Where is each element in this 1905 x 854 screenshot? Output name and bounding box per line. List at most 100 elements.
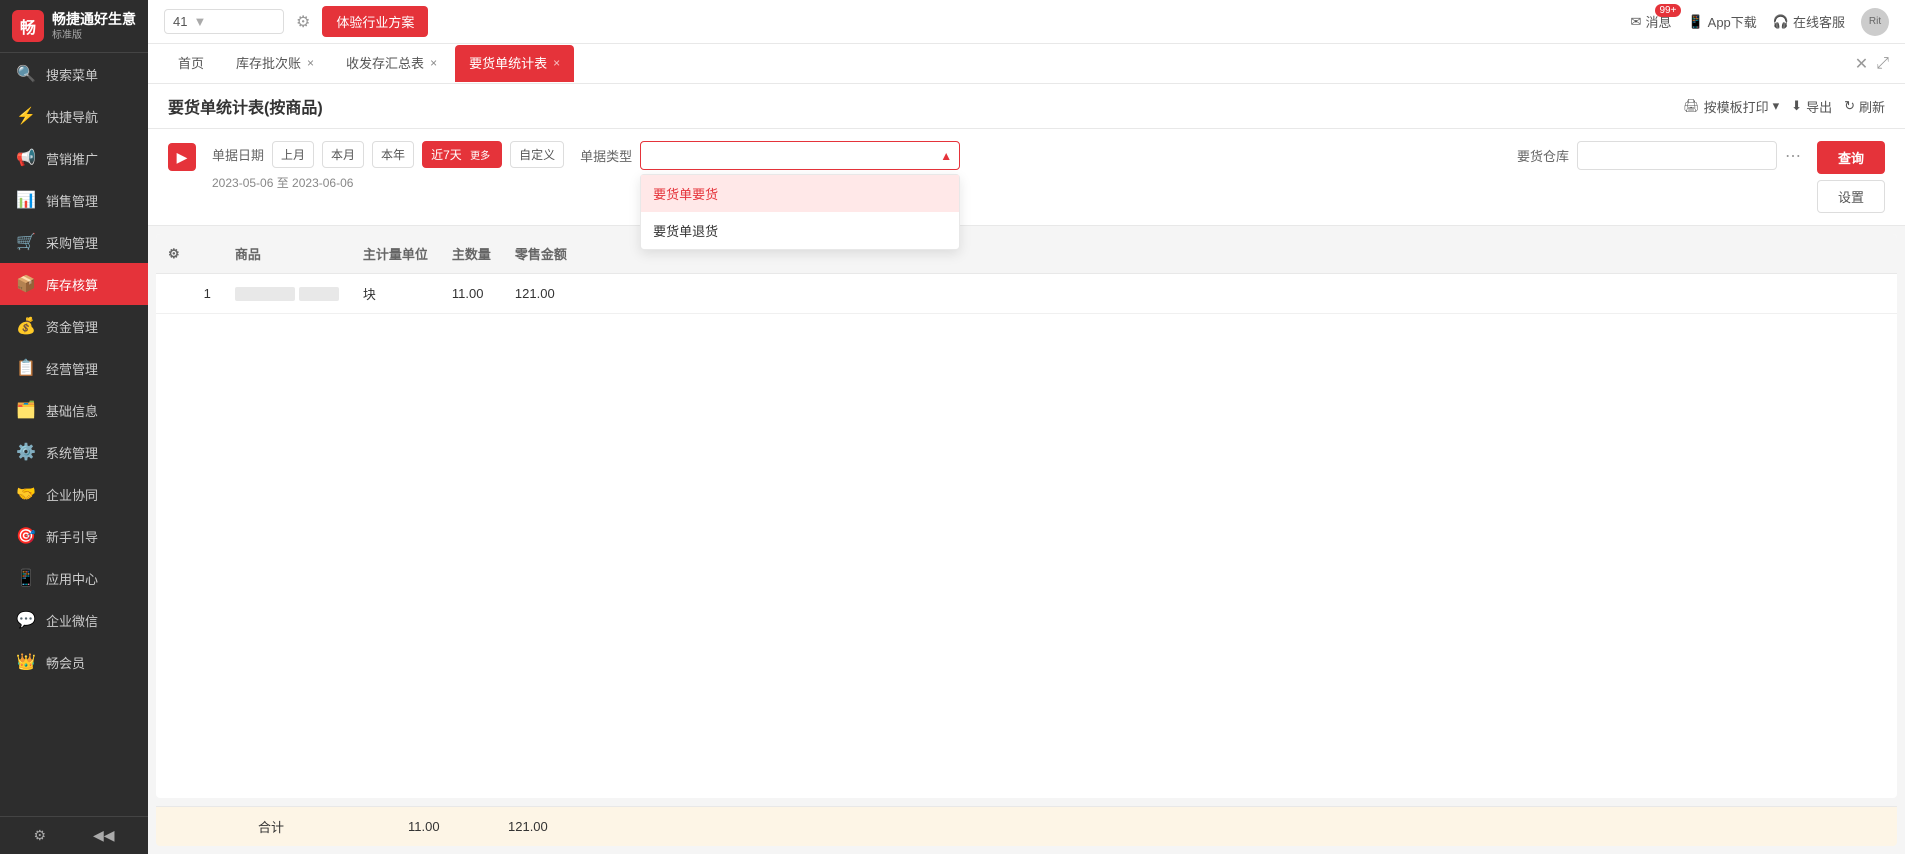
col-unit: 主计量单位: [351, 234, 440, 274]
type-label: 单据类型: [580, 146, 632, 165]
warehouse-input[interactable]: [1577, 141, 1777, 170]
sidebar-item-appstore[interactable]: 📱 应用中心: [0, 557, 148, 599]
messages-btn[interactable]: ✉ 消息 99+: [1631, 12, 1672, 31]
app-download-btn[interactable]: 📱 App下载: [1687, 12, 1756, 31]
megaphone-icon: 📢: [16, 148, 36, 168]
type-dropdown-arrow[interactable]: ▲: [940, 149, 952, 163]
sidebar-item-wechat[interactable]: 💬 企业微信: [0, 599, 148, 641]
refresh-icon: ↻: [1844, 98, 1855, 114]
print-btn[interactable]: 🖨 按模板打印 ▾: [1683, 97, 1779, 116]
sidebar-item-operations[interactable]: 📋 经营管理: [0, 347, 148, 389]
page-title: 要货单统计表(按商品): [168, 94, 323, 118]
date-label: 单据日期: [212, 145, 264, 164]
box-icon: 📦: [16, 274, 36, 294]
tab-close-receive-summary[interactable]: ×: [430, 56, 437, 70]
tab-expand-btn[interactable]: ✕ ⤢: [1855, 54, 1889, 74]
close-all-icon[interactable]: ✕: [1855, 54, 1868, 74]
search-icon: 🔍: [16, 64, 36, 84]
col-product: 商品: [223, 234, 351, 274]
date-filter-row: 单据日期 上月 本月 本年 近7天 更多 自定义: [212, 141, 564, 168]
sidebar-item-guide[interactable]: 🎯 新手引导: [0, 515, 148, 557]
logo-icon: 畅: [12, 10, 44, 42]
cell-index: 1: [192, 274, 223, 314]
page-header-actions: 🖨 按模板打印 ▾ ⬇ 导出 ↻ 刷新: [1683, 97, 1885, 116]
tab-receive-summary[interactable]: 收发存汇总表 ×: [332, 45, 451, 82]
date-range: 2023-05-06 至 2023-06-06: [212, 174, 564, 191]
expand-icon[interactable]: ⤢: [1876, 55, 1889, 73]
topbar-right: ✉ 消息 99+ 📱 App下载 🎧 在线客服 Rit: [1631, 8, 1889, 36]
user-avatar[interactable]: Rit: [1861, 8, 1889, 36]
cell-quantity: 11.00: [440, 274, 503, 314]
sidebar-item-purchase[interactable]: 🛒 采购管理: [0, 221, 148, 263]
target-icon: 🎯: [16, 526, 36, 546]
footer-label: 合计: [168, 817, 408, 836]
sidebar-nav: 🔍 搜索菜单 ⚡ 快捷导航 📢 营销推广 📊 销售管理 🛒 采购管理 📦 库存核…: [0, 53, 148, 816]
footer-quantity: 11.00: [408, 819, 508, 834]
data-table: ⚙ 商品 主计量单位 主数量 零售金额 1: [156, 234, 1897, 314]
footer-amount: 121.00: [508, 819, 608, 834]
tab-close-inventory-batch[interactable]: ×: [307, 56, 314, 70]
setting-btn[interactable]: 设置: [1817, 180, 1885, 213]
tab-inventory-batch[interactable]: 库存批次账 ×: [222, 45, 328, 82]
cell-amount: 121.00: [503, 274, 579, 314]
logo-text: 畅捷通好生意 标准版: [52, 10, 136, 41]
filter-toggle[interactable]: ▶: [168, 143, 196, 171]
tab-requisition-stats[interactable]: 要货单统计表 ×: [455, 45, 574, 82]
col-settings: ⚙: [156, 234, 192, 274]
date-btn-last-month[interactable]: 上月: [272, 141, 314, 168]
gear-icon: ⚙️: [16, 442, 36, 462]
sidebar-item-enterprise[interactable]: 🤝 企业协同: [0, 473, 148, 515]
type-dropdown-input[interactable]: [640, 141, 960, 170]
query-btn[interactable]: 查询: [1817, 141, 1885, 174]
type-dropdown-menu: 要货单要货 要货单退货: [640, 174, 960, 250]
online-service-btn[interactable]: 🎧 在线客服: [1773, 12, 1845, 31]
date-btn-custom[interactable]: 自定义: [510, 141, 564, 168]
avatar-img: Rit: [1861, 8, 1889, 36]
sidebar-item-inventory[interactable]: 📦 库存核算: [0, 263, 148, 305]
print-icon: 🖨: [1683, 98, 1700, 114]
handshake-icon: 🤝: [16, 484, 36, 504]
sidebar-item-quicknav[interactable]: ⚡ 快捷导航: [0, 95, 148, 137]
clipboard-icon: 📋: [16, 358, 36, 378]
sidebar-bottom: ⚙ ◀◀: [0, 816, 148, 854]
sidebar-item-system[interactable]: ⚙️ 系统管理: [0, 431, 148, 473]
sidebar-logo: 畅 畅捷通好生意 标准版: [0, 0, 148, 53]
more-options-btn[interactable]: ⋯: [1785, 146, 1801, 166]
type-option-return[interactable]: 要货单退货: [641, 212, 959, 249]
page-header: 要货单统计表(按商品) 🖨 按模板打印 ▾ ⬇ 导出 ↻ 刷新: [148, 84, 1905, 129]
chart-icon: 📊: [16, 190, 36, 210]
settings-bottom-icon[interactable]: ⚙: [33, 827, 46, 844]
type-option-order[interactable]: 要货单要货: [641, 175, 959, 212]
filter-bar: ▶ 单据日期 上月 本月 本年 近7天 更多 自定义 2023-05-06 至 …: [148, 129, 1905, 226]
collapse-icon[interactable]: ◀◀: [93, 827, 115, 844]
export-icon: ⬇: [1791, 98, 1802, 114]
chevron-down-icon: ▾: [1773, 98, 1780, 114]
table-container: ⚙ 商品 主计量单位 主数量 零售金额 1: [156, 234, 1897, 798]
table-footer: 合计 11.00 121.00: [156, 806, 1897, 846]
type-dropdown-wrapper: ▲ 要货单要货 要货单退货: [640, 141, 960, 170]
date-btn-this-month[interactable]: 本月: [322, 141, 364, 168]
folder-icon: 🗂️: [16, 400, 36, 420]
sidebar-item-search[interactable]: 🔍 搜索菜单: [0, 53, 148, 95]
store-selector[interactable]: 41 ▼: [164, 9, 284, 34]
cell-unit: 块: [351, 274, 440, 314]
tab-home[interactable]: 首页: [164, 45, 218, 82]
page-content: 要货单统计表(按商品) 🖨 按模板打印 ▾ ⬇ 导出 ↻ 刷新 ▶: [148, 84, 1905, 854]
refresh-btn[interactable]: ↻ 刷新: [1844, 97, 1885, 116]
col-amount: 零售金额: [503, 234, 579, 274]
settings-icon[interactable]: ⚙: [296, 12, 310, 32]
crown-icon: 👑: [16, 652, 36, 672]
sidebar-item-basic[interactable]: 🗂️ 基础信息: [0, 389, 148, 431]
sidebar-item-finance[interactable]: 💰 资金管理: [0, 305, 148, 347]
sidebar-item-marketing[interactable]: 📢 营销推广: [0, 137, 148, 179]
sidebar-item-members[interactable]: 👑 畅会员: [0, 641, 148, 683]
export-btn[interactable]: ⬇ 导出: [1791, 97, 1832, 116]
table-header-row: ⚙ 商品 主计量单位 主数量 零售金额: [156, 234, 1897, 274]
date-btn-this-year[interactable]: 本年: [372, 141, 414, 168]
tab-close-requisition-stats[interactable]: ×: [553, 56, 560, 70]
sidebar-item-sales[interactable]: 📊 销售管理: [0, 179, 148, 221]
date-btn-recent[interactable]: 近7天 更多: [422, 141, 502, 168]
trial-btn[interactable]: 体验行业方案: [322, 6, 428, 37]
table-settings-icon[interactable]: ⚙: [168, 246, 180, 261]
app-icon: 📱: [16, 568, 36, 588]
